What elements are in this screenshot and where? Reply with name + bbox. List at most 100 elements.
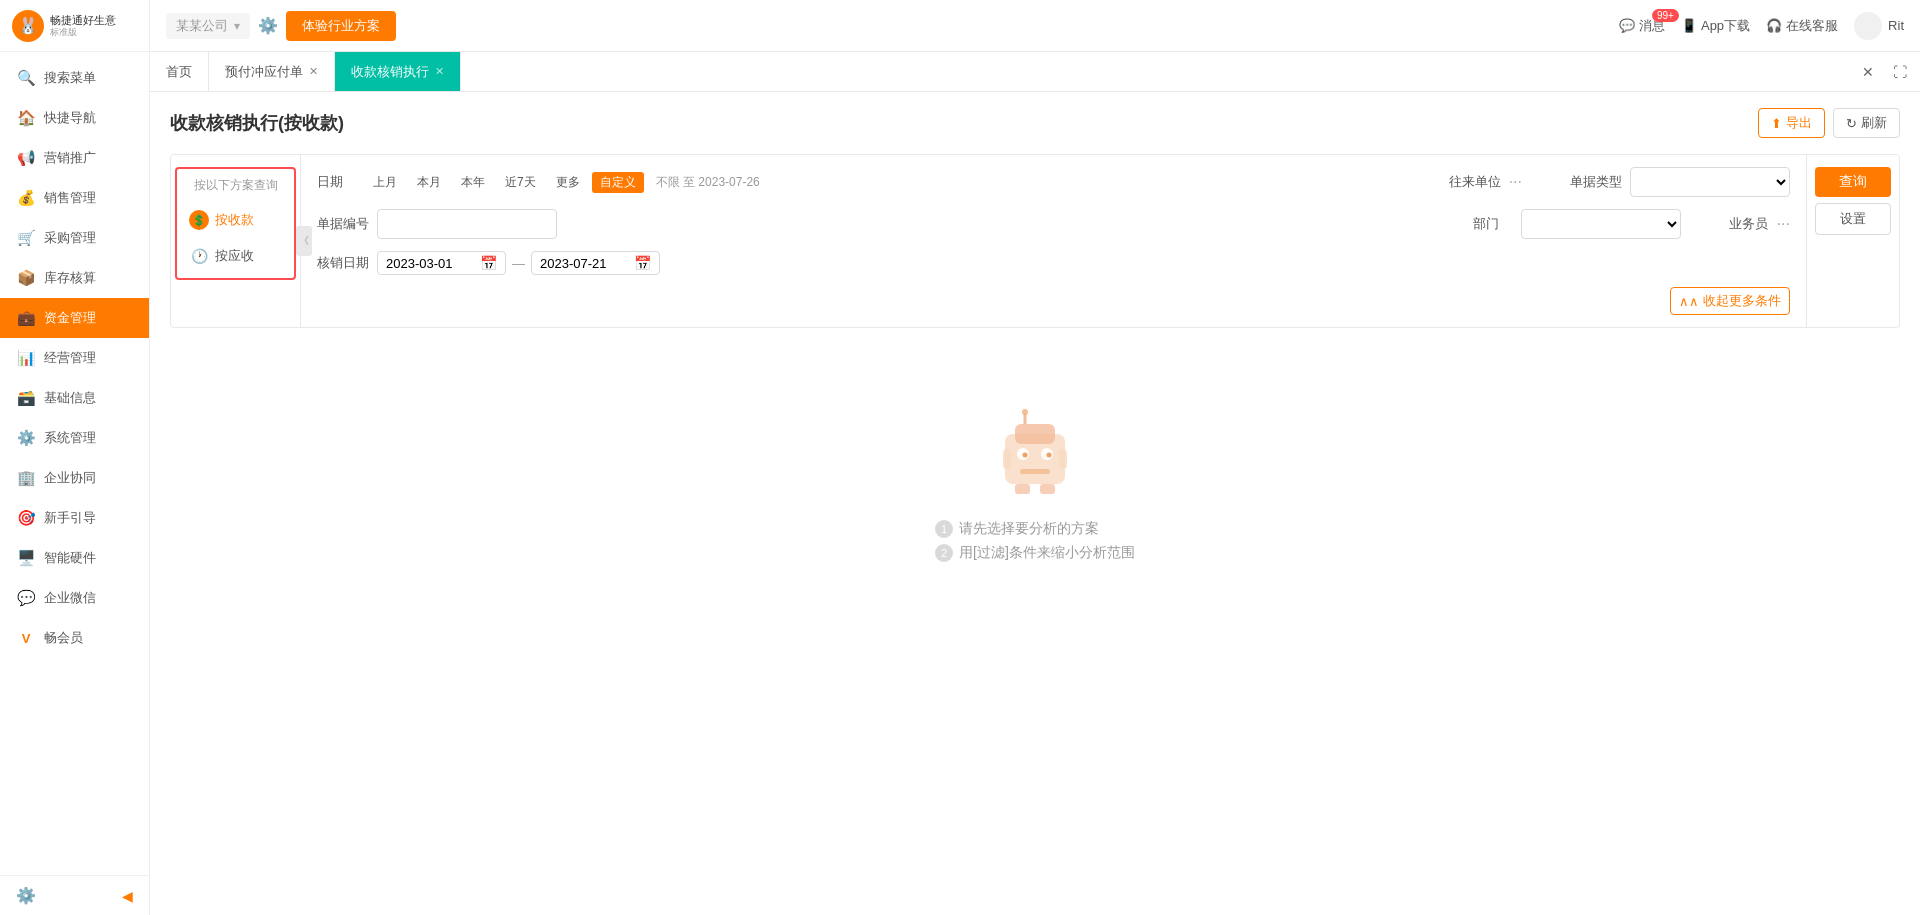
- refresh-button[interactable]: ↻ 刷新: [1833, 108, 1900, 138]
- billtype-select[interactable]: [1630, 167, 1790, 197]
- tab-receivable[interactable]: 收款核销执行 ✕: [335, 52, 461, 91]
- filter-row-2: 单据编号 部门 业务员 ···: [317, 209, 1790, 239]
- sidebar-menu: 🔍 搜索菜单 🏠 快捷导航 📢 营销推广 💰 销售管理 🛒 采购管理 📦 库存核…: [0, 52, 149, 875]
- svg-point-12: [1022, 409, 1028, 415]
- sales-icon: 💰: [16, 188, 36, 208]
- filter-fields-area: 日期 上月 本月 本年 近7天 更多 自定义 不限 至 2023-07-26: [301, 155, 1806, 327]
- verify-date-range: 📅 — 📅: [377, 251, 660, 275]
- sidebar-item-sales[interactable]: 💰 销售管理: [0, 178, 149, 218]
- calendar-start-icon[interactable]: 📅: [480, 255, 497, 271]
- sidebar-item-wechat[interactable]: 💬 企业微信: [0, 578, 149, 618]
- sidebar: 🐰 畅捷通好生意 标准版 🔍 搜索菜单 🏠 快捷导航 📢 营销推广 💰 销售管理…: [0, 0, 150, 915]
- tab-home-label: 首页: [166, 63, 192, 81]
- tab-prepay-close[interactable]: ✕: [309, 65, 318, 78]
- system-icon: ⚙️: [16, 428, 36, 448]
- sidebar-item-quicknav[interactable]: 🏠 快捷导航: [0, 98, 149, 138]
- collapse-sidebar-icon[interactable]: ◀: [122, 888, 133, 904]
- message-entry[interactable]: 💬 消息 99+: [1619, 17, 1665, 35]
- date-btn-more[interactable]: 更多: [548, 171, 588, 194]
- sidebar-item-search[interactable]: 🔍 搜索菜单: [0, 58, 149, 98]
- query-button[interactable]: 查询: [1815, 167, 1891, 197]
- dept-select[interactable]: [1521, 209, 1681, 239]
- user-name: Rit: [1888, 18, 1904, 33]
- svg-rect-10: [1040, 484, 1055, 494]
- date-no-limit: 不限 至 2023-07-26: [656, 174, 760, 191]
- settings-topbar-icon[interactable]: ⚙️: [258, 16, 278, 35]
- counterparty-label: 往来单位: [1449, 173, 1501, 191]
- enterprise-icon: 🏢: [16, 468, 36, 488]
- sidebar-item-business[interactable]: 📊 经营管理: [0, 338, 149, 378]
- sidebar-item-marketing[interactable]: 📢 营销推广: [0, 138, 149, 178]
- home-icon: 🏠: [16, 108, 36, 128]
- sidebar-item-hardware[interactable]: 🖥️ 智能硬件: [0, 538, 149, 578]
- logo-area: 🐰 畅捷通好生意 标准版: [0, 0, 149, 52]
- refresh-icon: ↻: [1846, 116, 1857, 131]
- settings-icon[interactable]: ⚙️: [16, 886, 36, 905]
- page-header-actions: ⬆ 导出 ↻ 刷新: [1758, 108, 1900, 138]
- sidebar-item-basic[interactable]: 🗃️ 基础信息: [0, 378, 149, 418]
- company-selector[interactable]: 某某公司 ▾: [166, 13, 250, 39]
- online-service-entry[interactable]: 🎧 在线客服: [1766, 17, 1838, 35]
- sidebar-label-purchase: 采购管理: [44, 229, 96, 247]
- sidebar-label-inventory: 库存核算: [44, 269, 96, 287]
- industry-solution-button[interactable]: 体验行业方案: [286, 11, 396, 41]
- page-content: 收款核销执行(按收款) ⬆ 导出 ↻ 刷新 按以下方案: [150, 92, 1920, 915]
- close-tab-button[interactable]: ✕: [1856, 60, 1880, 84]
- sidebar-item-system[interactable]: ⚙️ 系统管理: [0, 418, 149, 458]
- filter-option-by-receipt[interactable]: 💲 按收款: [177, 202, 294, 238]
- receivable-icon: 🕐: [189, 246, 209, 266]
- verify-date-start-wrap[interactable]: 📅: [377, 251, 506, 275]
- tab-home[interactable]: 首页: [150, 52, 209, 91]
- topbar-right: 💬 消息 99+ 📱 App下载 🎧 在线客服 Rit: [1619, 12, 1904, 40]
- sidebar-item-guide[interactable]: 🎯 新手引导: [0, 498, 149, 538]
- logo-name: 畅捷通好生意: [50, 13, 116, 27]
- search-icon: 🔍: [16, 68, 36, 88]
- date-btn-this-year[interactable]: 本年: [453, 171, 493, 194]
- sidebar-item-member[interactable]: V 畅会员: [0, 618, 149, 658]
- billno-input[interactable]: [377, 209, 557, 239]
- sidebar-label-hardware: 智能硬件: [44, 549, 96, 567]
- fullscreen-button[interactable]: ⛶: [1888, 60, 1912, 84]
- empty-tip-2: 2 用[过滤]条件来缩小分析范围: [935, 544, 1135, 562]
- settings-button[interactable]: 设置: [1815, 203, 1891, 235]
- topbar: 某某公司 ▾ ⚙️ 体验行业方案 💬 消息 99+ 📱 App下载 🎧 在线客服: [150, 0, 1920, 52]
- filter-dept-field: 部门: [1473, 209, 1681, 239]
- wechat-icon: 💬: [16, 588, 36, 608]
- export-button[interactable]: ⬆ 导出: [1758, 108, 1825, 138]
- sidebar-item-inventory[interactable]: 📦 库存核算: [0, 258, 149, 298]
- verify-date-end-input[interactable]: [540, 256, 630, 271]
- user-entry[interactable]: Rit: [1854, 12, 1904, 40]
- topbar-left: 某某公司 ▾ ⚙️ 体验行业方案: [166, 11, 396, 41]
- filter-option-by-receivable[interactable]: 🕐 按应收: [177, 238, 294, 274]
- svg-rect-6: [1020, 469, 1050, 474]
- purchase-icon: 🛒: [16, 228, 36, 248]
- date-btn-last-month[interactable]: 上月: [365, 171, 405, 194]
- tab-prepay[interactable]: 预付冲应付单 ✕: [209, 52, 335, 91]
- member-icon: V: [16, 628, 36, 648]
- sidebar-label-guide: 新手引导: [44, 509, 96, 527]
- collapse-conditions-button[interactable]: ∧∧ 收起更多条件: [1670, 287, 1790, 315]
- counterparty-more-icon: ···: [1509, 173, 1522, 191]
- page-inner: 收款核销执行(按收款) ⬆ 导出 ↻ 刷新 按以下方案: [150, 92, 1920, 915]
- verify-date-end-wrap[interactable]: 📅: [531, 251, 660, 275]
- date-btn-7days[interactable]: 近7天: [497, 171, 544, 194]
- sidebar-label-wechat: 企业微信: [44, 589, 96, 607]
- app-download-entry[interactable]: 📱 App下载: [1681, 17, 1750, 35]
- svg-rect-1: [1015, 424, 1055, 444]
- sidebar-bottom: ⚙️ ◀: [0, 875, 149, 915]
- sidebar-item-purchase[interactable]: 🛒 采购管理: [0, 218, 149, 258]
- sidebar-item-enterprise[interactable]: 🏢 企业协同: [0, 458, 149, 498]
- filter-scheme-title: 按以下方案查询: [177, 173, 294, 202]
- page-header: 收款核销执行(按收款) ⬆ 导出 ↻ 刷新: [170, 108, 1900, 138]
- tip-num-1: 1: [935, 520, 953, 538]
- verify-date-start-input[interactable]: [386, 256, 476, 271]
- calendar-end-icon[interactable]: 📅: [634, 255, 651, 271]
- date-btn-this-month[interactable]: 本月: [409, 171, 449, 194]
- tab-receivable-close[interactable]: ✕: [435, 65, 444, 78]
- filter-row-1: 日期 上月 本月 本年 近7天 更多 自定义 不限 至 2023-07-26: [317, 167, 1790, 197]
- filter-option-receivable-label: 按应收: [215, 247, 254, 265]
- date-btn-custom[interactable]: 自定义: [592, 172, 644, 193]
- sidebar-item-finance[interactable]: 💼 资金管理: [0, 298, 149, 338]
- filter-panel: 按以下方案查询 💲 按收款 🕐 按应收 《: [170, 154, 1900, 328]
- sidebar-collapse-button[interactable]: 《: [296, 226, 312, 256]
